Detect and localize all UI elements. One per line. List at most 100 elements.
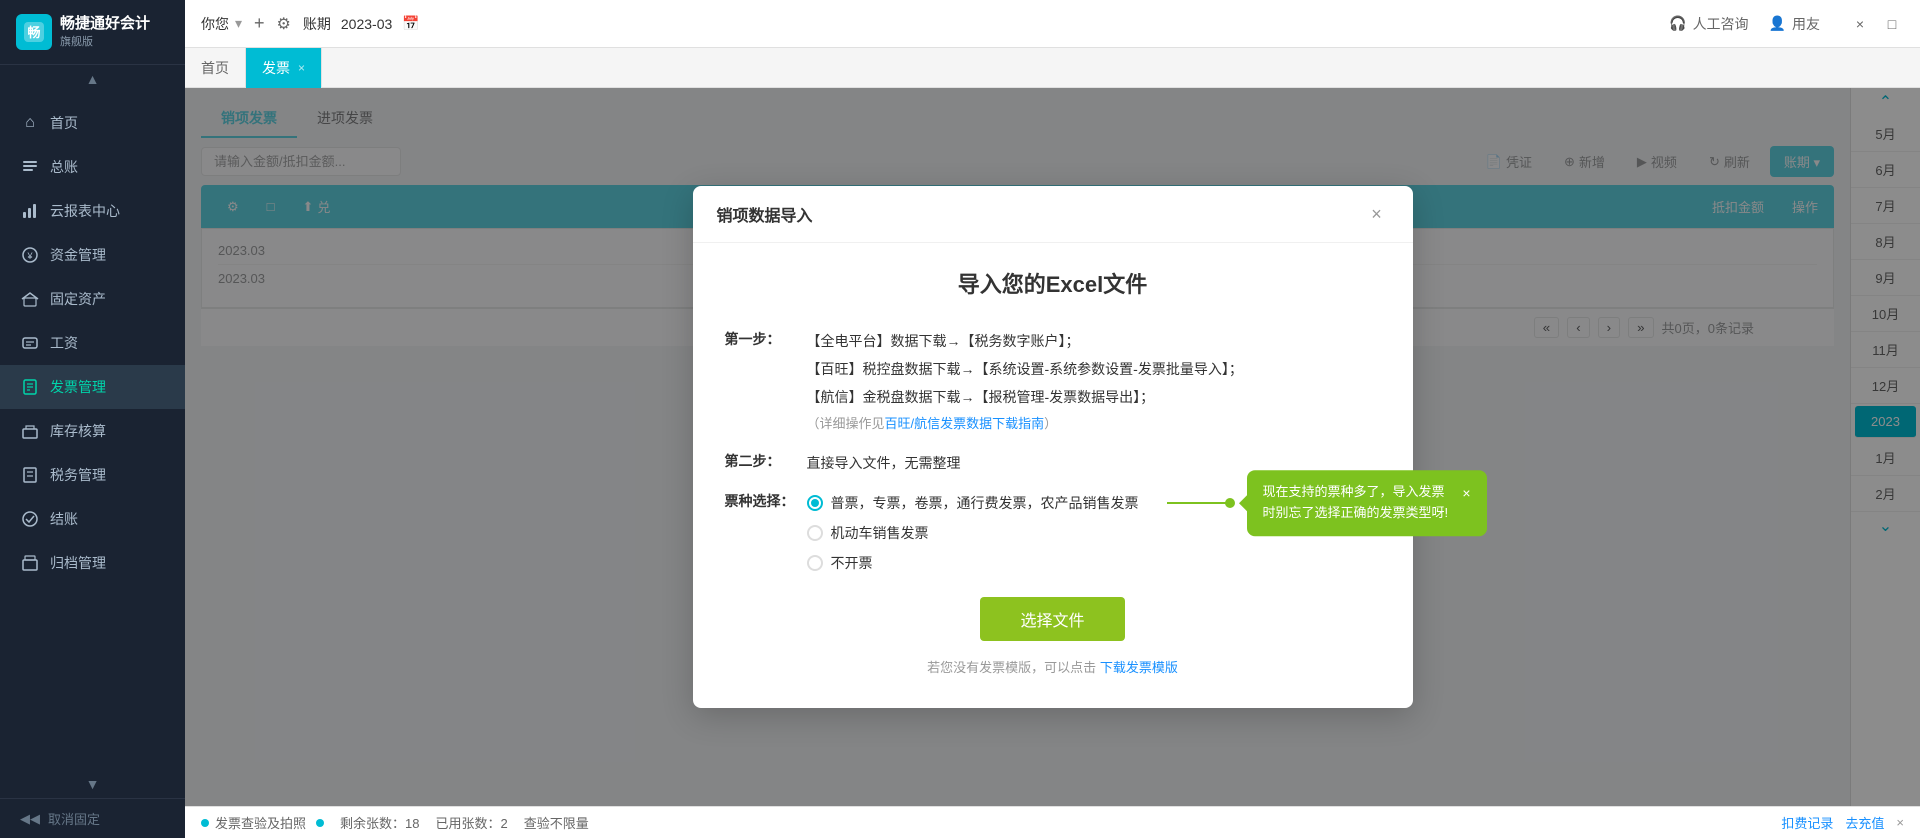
sidebar-item-label: 发票管理 [50,377,106,397]
used-label: 已用张数：2 [435,813,507,832]
topbar: 你您 ▾ + ⚙ 账期 2023-03 📅 🎧 人工咨询 👤 用友 [185,0,1920,48]
sidebar-item-tax[interactable]: 税务管理 [0,453,185,497]
user-label: 用友 [1792,14,1820,34]
invoice-check-label: 发票查验及拍照 [215,813,306,832]
modal-body: 导入您的Excel文件 第一步： 【全电平台】数据下载→【税务数字账户】； 【百… [693,243,1413,708]
archive-icon [20,553,40,573]
sidebar-item-fund[interactable]: ¥ 资金管理 [0,233,185,277]
radio-motor-circle [807,525,823,541]
tooltip-container: × 现在支持的票种多了，导入发票时别忘了选择正确的发票类型呀! [1167,498,1235,508]
settings-button[interactable]: ⚙ [277,14,291,34]
modal-overlay: 销项数据导入 × 导入您的Excel文件 第一步： 【全电平台】数据下载→【税务… [185,88,1920,806]
period-value: 2023-03 [341,16,392,32]
consult-icon: 🎧 [1669,15,1686,32]
sidebar-item-assets[interactable]: 固定资产 [0,277,185,321]
guide-link[interactable]: 百旺/航信发票数据下载指南 [885,416,1045,431]
sidebar-item-label: 总账 [50,157,78,177]
sidebar-item-label: 税务管理 [50,465,106,485]
sidebar-item-inventory[interactable]: 库存核算 [0,409,185,453]
logo-title: 畅捷通好会计 [60,15,150,33]
checkout-icon [20,509,40,529]
step1-line3: 【航信】金税盘数据下载→【报税管理-发票数据导出】； [807,383,1243,411]
sidebar-item-archive[interactable]: 归档管理 [0,541,185,585]
select-file-button[interactable]: 选择文件 [980,597,1124,641]
consult-button[interactable]: 🎧 人工咨询 [1669,14,1748,34]
cancel-pin-icon: ◀◀ [20,811,40,827]
step1-line1: 【全电平台】数据下载→【税务数字账户】； [807,327,1243,355]
step1-row: 第一步： 【全电平台】数据下载→【税务数字账户】； 【百旺】税控盘数据下载→【系… [725,327,1381,437]
main-area: 你您 ▾ + ⚙ 账期 2023-03 📅 🎧 人工咨询 👤 用友 [185,0,1920,838]
footer-static-text: 若您没有发票模版，可以点击 [927,660,1096,675]
sidebar-bottom-cancel-pin[interactable]: ◀◀ 取消固定 [0,798,185,838]
scroll-up-icon[interactable]: ▲ [0,65,185,93]
sidebar-item-label: 资金管理 [50,245,106,265]
sidebar-item-label: 归档管理 [50,553,106,573]
statusbar-close-icon[interactable]: × [1896,815,1904,830]
statusbar-left: 发票查验及拍照 [201,813,324,832]
tab-invoice[interactable]: 发票 × [246,48,322,88]
statusbar-right: 扣费记录 去充值 × [1781,813,1904,832]
content-area: 销项发票 进项发票 📄 凭证 ⊕ [185,88,1920,806]
radio-motor[interactable]: 机动车销售发票 [807,523,1235,543]
calendar-icon: 📅 [402,15,419,32]
sidebar-item-invoice[interactable]: 发票管理 [0,365,185,409]
ticket-selection-row: 票种选择： 普票，专票，卷票，通行费发票，农产品销售发票 [725,489,1381,573]
sidebar-item-label: 云报表中心 [50,201,120,221]
report-icon [20,201,40,221]
invoice-icon [20,377,40,397]
company-name: 你您 [201,14,229,34]
go-recharge-link[interactable]: 去充值 [1845,813,1884,832]
tabbar: 首页 发票 × [185,48,1920,88]
radio-group: 普票，专票，卷票，通行费发票，农产品销售发票 × 现在支持的票种多了，导入发票时… [807,493,1235,573]
recharge-record-link[interactable]: 扣费记录 [1781,813,1833,832]
window-maximize-button[interactable]: □ [1880,12,1904,36]
radio-normal[interactable]: 普票，专票，卷票，通行费发票，农产品销售发票 × 现在支持的票种多了，导入发票时… [807,493,1235,513]
step1-content: 【全电平台】数据下载→【税务数字账户】； 【百旺】税控盘数据下载→【系统设置-系… [807,327,1243,437]
logo-icon: 畅 [16,14,52,50]
sidebar-item-report[interactable]: 云报表中心 [0,189,185,233]
download-template-link[interactable]: 下载发票模版 [1100,660,1178,675]
modal-footer-text: 若您没有发票模版，可以点击 下载发票模版 [725,657,1381,684]
tab-invoice-label: 发票 [262,58,290,78]
sidebar-item-home[interactable]: ⌂ 首页 [0,101,185,145]
sidebar-item-ledger[interactable]: 总账 [0,145,185,189]
window-controls: × □ [1848,12,1904,36]
sidebar-item-salary[interactable]: 工资 [0,321,185,365]
sidebar-item-label: 固定资产 [50,289,106,309]
sidebar: 畅 畅捷通好会计 旗舰版 ▲ ⌂ 首页 总账 [0,0,185,838]
statusbar: 发票查验及拍照 剩余张数：18 已用张数：2 查验不限量 扣费记录 去充值 × [185,806,1920,838]
tooltip-text: 现在支持的票种多了，导入发票时别忘了选择正确的发票类型呀! [1263,484,1449,520]
tooltip-bubble: × 现在支持的票种多了，导入发票时别忘了选择正确的发票类型呀! [1247,470,1487,536]
import-modal: 销项数据导入 × 导入您的Excel文件 第一步： 【全电平台】数据下载→【税务… [693,186,1413,708]
svg-text:¥: ¥ [26,251,33,261]
step1-label: 第一步： [725,327,795,437]
salary-icon [20,333,40,353]
sidebar-item-checkout[interactable]: 结账 [0,497,185,541]
tax-icon [20,465,40,485]
tab-home[interactable]: 首页 [185,48,246,88]
topbar-right: 🎧 人工咨询 👤 用友 × □ [1669,12,1904,36]
sidebar-item-label: 首页 [50,113,78,133]
tab-invoice-close-icon[interactable]: × [298,61,305,75]
radio-no-ticket-label: 不开票 [831,553,873,573]
radio-no-ticket-circle [807,555,823,571]
radio-normal-label: 普票，专票，卷票，通行费发票，农产品销售发票 [831,493,1139,513]
tooltip-close-button[interactable]: × [1462,482,1470,504]
step2-text: 直接导入文件，无需整理 [807,455,961,471]
sidebar-nav: ⌂ 首页 总账 云报表中心 ¥ 资金管理 [0,93,185,770]
window-close-button[interactable]: × [1848,12,1872,36]
period-label: 账期 [303,14,331,34]
user-icon: 👤 [1769,15,1786,32]
home-icon: ⌂ [20,113,40,133]
modal-close-button[interactable]: × [1365,202,1389,226]
inventory-icon [20,421,40,441]
sidebar-item-label: 工资 [50,333,78,353]
step2-label: 第二步： [725,449,795,477]
radio-no-ticket[interactable]: 不开票 [807,553,1235,573]
add-button[interactable]: + [254,13,265,34]
unlimited-label: 查验不限量 [524,813,589,832]
scroll-down-icon[interactable]: ▼ [0,770,185,798]
user-button[interactable]: 👤 用友 [1769,14,1820,34]
sidebar-logo: 畅 畅捷通好会计 旗舰版 [0,0,185,65]
company-selector[interactable]: 你您 ▾ [201,14,242,34]
